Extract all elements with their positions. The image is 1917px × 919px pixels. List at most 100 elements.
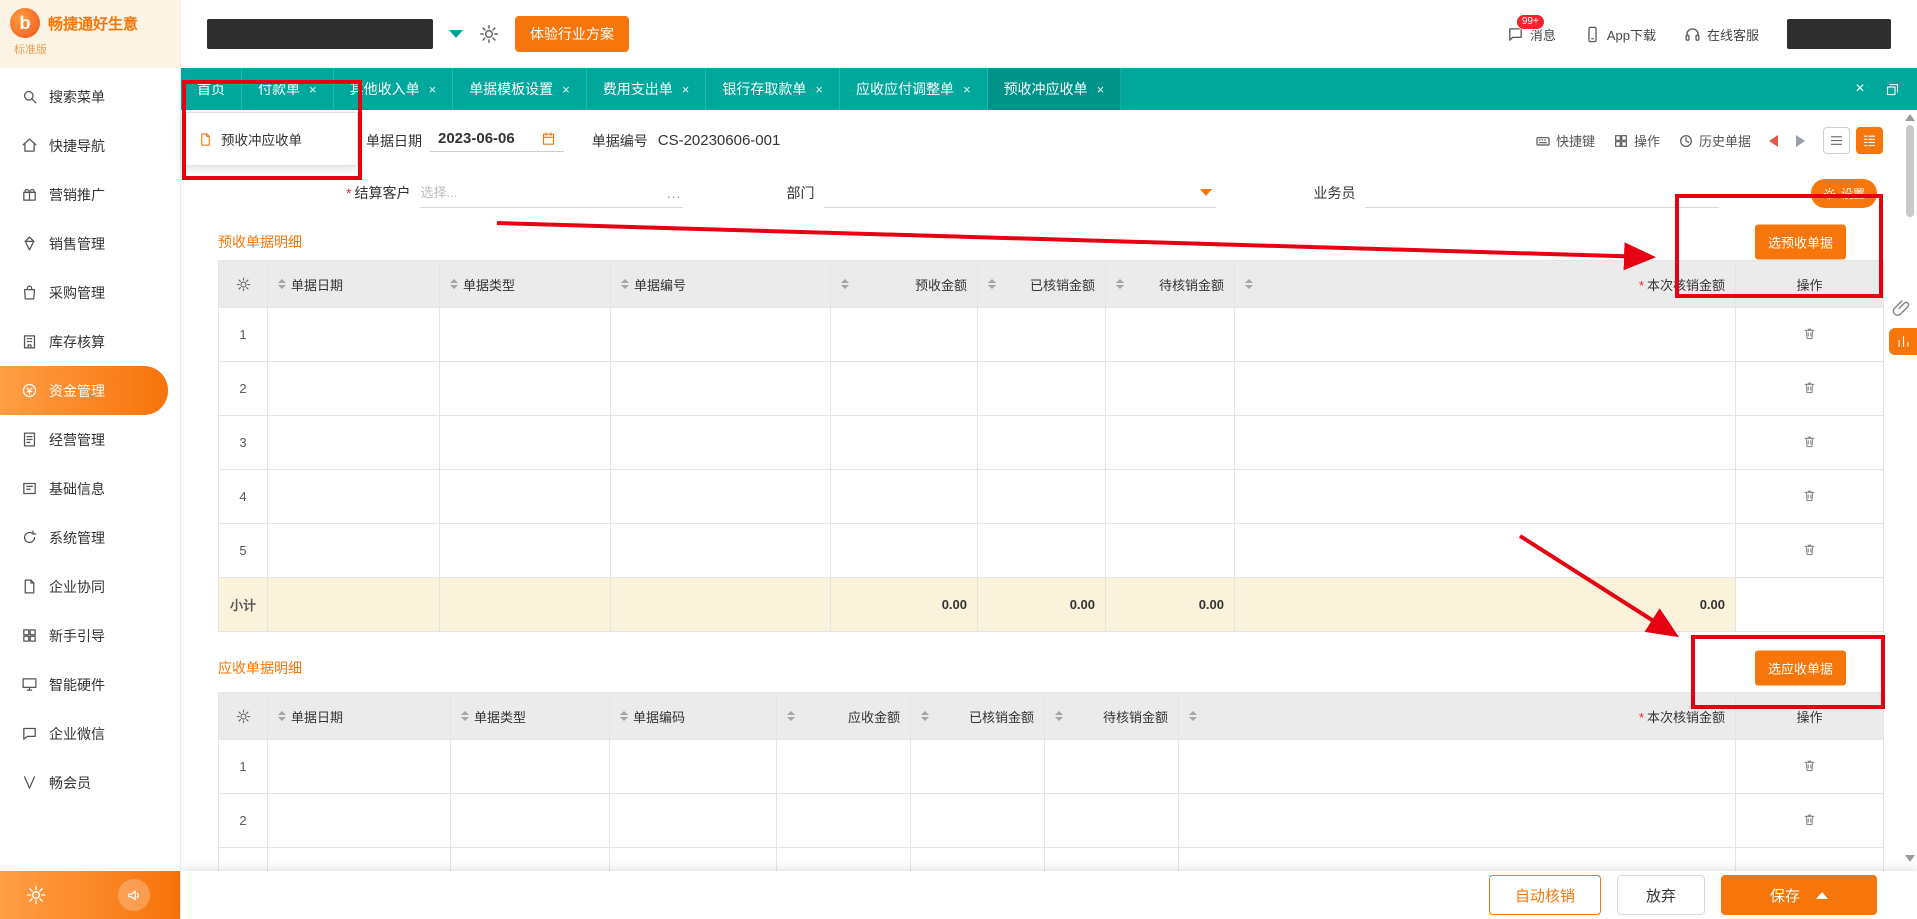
tab-expense[interactable]: 费用支出单 × [587,68,707,110]
tab-template-settings[interactable]: 单据模板设置 × [453,68,587,110]
discard-button[interactable]: 放弃 [1617,875,1705,915]
sidebar-item-system[interactable]: 系统管理 [0,513,180,562]
sort-icon[interactable] [278,711,286,721]
sort-icon[interactable] [787,711,795,721]
chevron-down-icon[interactable] [1200,189,1213,196]
delete-row-button[interactable] [1802,542,1817,557]
delete-row-button[interactable] [1802,812,1817,827]
app-download-button[interactable]: App下载 [1584,25,1656,44]
close-icon[interactable]: × [429,82,437,97]
sidebar-item-purchase[interactable]: 采购管理 [0,268,180,317]
sidebar-item-marketing[interactable]: 营销推广 [0,170,180,219]
dropdown-item-prepaid-writeoff[interactable]: 预收冲应收单 [198,129,302,149]
date-field[interactable]: 2023-06-06 [430,130,564,152]
sidebar-item-quick-nav[interactable]: 快捷导航 [0,121,180,170]
close-all-tabs-icon[interactable]: × [1847,76,1873,102]
redacted-account-dropdown[interactable] [207,19,433,49]
sidebar-item-operation[interactable]: 经营管理 [0,415,180,464]
sync-icon [21,529,38,546]
tab-bank[interactable]: 银行存取款单 × [706,68,840,110]
document-content: 单据日期 2023-06-06 单据编号 CS-20230606-001 快捷键… [181,110,1917,919]
sidebar-item-collaboration[interactable]: 企业协同 [0,562,180,611]
vertical-scrollbar[interactable] [1903,112,1916,864]
sort-icon[interactable] [1245,279,1253,289]
actions-button[interactable]: 操作 [1613,131,1660,150]
list-view-toggle[interactable] [1823,127,1850,154]
sidebar-item-funds[interactable]: 资金管理 [0,366,168,415]
tab-payment[interactable]: 付款单 × [242,68,334,110]
close-icon[interactable]: × [1097,82,1105,97]
list-icon [1829,133,1844,148]
sort-icon[interactable] [988,279,996,289]
sort-icon[interactable] [620,711,628,721]
history-documents-button[interactable]: 历史单据 [1678,131,1751,150]
scroll-up-arrow[interactable] [1904,114,1915,121]
sidebar-item-basic-info[interactable]: 基础信息 [0,464,180,513]
close-icon[interactable]: × [682,82,690,97]
report-shortcut-button[interactable] [1889,328,1917,355]
sort-icon[interactable] [1116,279,1124,289]
sidebar-item-wechat[interactable]: 企业微信 [0,709,180,758]
next-document-arrow[interactable] [1796,134,1805,147]
shortcut-keys-button[interactable]: 快捷键 [1535,131,1595,150]
salesman-field[interactable]: ... [1365,178,1720,208]
close-icon[interactable]: × [815,82,823,97]
sidebar-item-inventory[interactable]: 库存核算 [0,317,180,366]
column-settings-icon[interactable] [236,277,251,292]
close-icon[interactable]: × [963,82,971,97]
sidebar-item-guide[interactable]: 新手引导 [0,611,180,660]
chevron-up-icon[interactable] [1816,891,1828,899]
customer-input[interactable] [420,185,665,200]
customer-picker-button[interactable]: ... [665,185,684,201]
sidebar-item-hardware[interactable]: 智能硬件 [0,660,180,709]
sort-icon[interactable] [461,711,469,721]
tab-home[interactable]: 首页 [181,68,242,110]
sort-icon[interactable] [1189,711,1197,721]
prev-document-arrow[interactable] [1769,134,1778,147]
select-prepaid-docs-button[interactable]: 选预收单据 [1754,224,1846,259]
salesman-picker-button[interactable]: ... [1701,185,1720,201]
select-receivable-docs-button[interactable]: 选应收单据 [1754,650,1846,686]
delete-row-button[interactable] [1802,434,1817,449]
sort-icon[interactable] [621,279,629,289]
customer-field[interactable]: ... [420,178,684,208]
delete-row-button[interactable] [1802,326,1817,341]
sidebar-item-search-menu[interactable]: 搜索菜单 [0,72,180,121]
gear-icon[interactable] [479,24,499,44]
department-select[interactable] [824,178,1217,208]
expand-icon[interactable] [1879,76,1905,102]
chevron-down-icon[interactable] [449,30,463,38]
sort-icon[interactable] [450,279,458,289]
tab-ar-ap-adjust[interactable]: 应收应付调整单 × [840,68,988,110]
online-service-button[interactable]: 在线客服 [1684,25,1759,44]
sort-icon[interactable] [921,711,929,721]
sort-icon[interactable] [1055,711,1063,721]
delete-row-button[interactable] [1802,758,1817,773]
doc-number-value[interactable]: CS-20230606-001 [658,132,781,149]
detail-view-toggle[interactable] [1856,127,1883,154]
calendar-icon[interactable] [541,131,556,146]
department-input[interactable] [824,185,1201,200]
scroll-down-arrow[interactable] [1904,855,1915,862]
auto-writeoff-button[interactable]: 自动核销 [1489,875,1601,915]
tab-other-income[interactable]: 其他收入单 × [334,68,454,110]
salesman-input[interactable] [1365,185,1701,200]
sort-icon[interactable] [841,279,849,289]
gear-icon[interactable] [26,885,46,905]
close-icon[interactable]: × [562,82,570,97]
messages-button[interactable]: 99+ 消息 [1507,13,1556,44]
delete-row-button[interactable] [1802,488,1817,503]
close-icon[interactable]: × [309,82,317,97]
delete-row-button[interactable] [1802,380,1817,395]
speaker-toggle[interactable] [118,879,150,911]
settings-button[interactable]: 设置 [1810,178,1877,208]
sort-icon[interactable] [278,279,286,289]
sidebar-item-member[interactable]: 畅会员 [0,758,180,807]
paperclip-icon[interactable] [1892,298,1912,318]
sidebar-item-sales[interactable]: 销售管理 [0,219,180,268]
save-button[interactable]: 保存 [1721,875,1877,915]
tab-prepaid-writeoff[interactable]: 预收冲应收单 × [987,68,1122,110]
scrollbar-thumb[interactable] [1905,125,1914,217]
industry-solution-button[interactable]: 体验行业方案 [515,16,629,52]
column-settings-icon[interactable] [236,709,251,724]
